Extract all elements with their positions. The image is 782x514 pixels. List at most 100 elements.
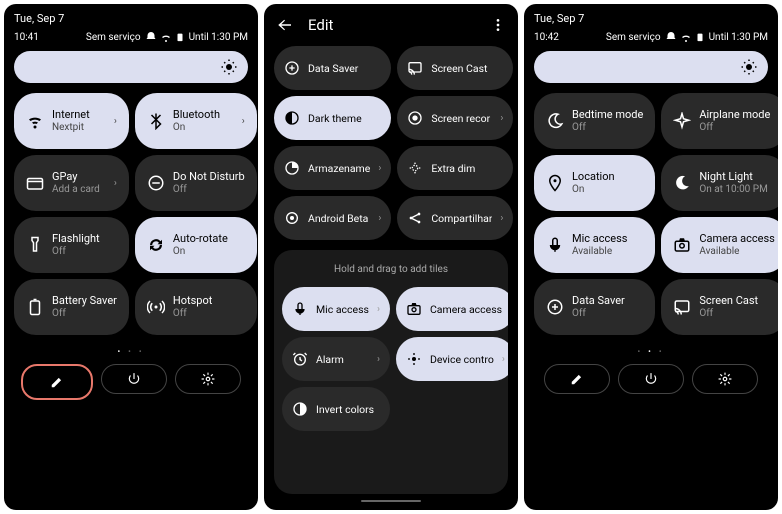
share-icon	[407, 210, 423, 226]
tile-hotspot[interactable]: HotspotOff	[135, 279, 257, 335]
cast-icon	[673, 298, 691, 316]
button-row	[534, 364, 768, 394]
tile-sub: On at 10:00 PM	[699, 184, 775, 196]
tile-bluetooth[interactable]: BluetoothOn ›	[135, 93, 257, 149]
tile-flashlight[interactable]: FlashlightOff	[14, 217, 129, 273]
tile-rotate[interactable]: Auto-rotateOn	[135, 217, 257, 273]
datasaver-icon	[546, 298, 564, 316]
dnd-icon	[147, 174, 165, 192]
tile-sub: On	[173, 122, 234, 134]
settings-button[interactable]	[175, 364, 241, 394]
power-button[interactable]	[618, 364, 684, 394]
chevron-icon: ›	[114, 116, 117, 127]
tile-sub: On	[173, 246, 245, 258]
tile-label: Airplane mode	[699, 108, 775, 121]
tile-label: Data Saver	[308, 62, 381, 75]
tile-cast[interactable]: Screen CastOff	[661, 279, 778, 335]
tile-label: Android Beta	[308, 212, 370, 225]
tile-bedtime[interactable]: Bedtime modeOff	[534, 93, 655, 149]
tile-share[interactable]: Compartilhar›	[397, 196, 513, 240]
carrier-text: Sem serviço	[606, 32, 661, 43]
back-icon[interactable]	[276, 16, 294, 34]
camera-icon	[406, 301, 422, 317]
brightness-icon	[740, 58, 758, 76]
tile-device[interactable]: Device contro›	[396, 337, 508, 381]
tile-datasaver[interactable]: Data SaverOff	[534, 279, 655, 335]
mic-icon	[546, 236, 564, 254]
more-icon[interactable]	[490, 17, 506, 33]
edit-tiles-grid: Data Saver Screen Cast Dark theme Screen re…	[274, 46, 508, 240]
do-not-disturb-icon	[665, 31, 677, 43]
button-row	[14, 364, 248, 400]
tile-mic[interactable]: Mic accessAvailable	[534, 217, 655, 273]
tile-mic[interactable]: Mic access ›	[282, 287, 390, 331]
tile-record[interactable]: Screen recor›	[397, 96, 513, 140]
edit-button[interactable]	[544, 364, 610, 394]
chevron-icon: ›	[242, 116, 245, 127]
tile-label: Screen Cast	[431, 62, 503, 75]
tile-sub: Off	[52, 246, 117, 258]
carrier-text: Sem serviço	[86, 32, 141, 43]
tile-label: Bedtime mode	[572, 108, 643, 121]
tile-nightlight[interactable]: Night LightOn at 10:00 PM	[661, 155, 778, 211]
edit-header: Edit	[274, 12, 508, 46]
chevron-icon: ›	[500, 213, 503, 224]
pencil-icon	[50, 375, 64, 389]
brightness-icon	[220, 58, 238, 76]
chevron-icon: ›	[378, 213, 381, 224]
alarm-text: Until 1:30 PM	[189, 32, 248, 43]
tile-label: Bluetooth	[173, 108, 234, 121]
tile-wifi[interactable]: InternetNextpit›	[14, 93, 129, 149]
tile-location[interactable]: LocationOn	[534, 155, 655, 211]
tile-invert[interactable]: Invert colors	[282, 387, 390, 431]
tile-cast[interactable]: Screen Cast	[397, 46, 513, 90]
brightness-slider[interactable]	[534, 51, 768, 83]
power-button[interactable]	[101, 364, 167, 394]
page-dots: • • •	[534, 347, 768, 356]
tile-sub: Available	[699, 246, 775, 258]
tile-dnd[interactable]: Do Not DisturbOff	[135, 155, 257, 211]
settings-button[interactable]	[692, 364, 758, 394]
chevron-icon: ›	[377, 304, 380, 315]
bluetooth-icon	[147, 112, 165, 130]
power-icon	[644, 372, 658, 386]
chevron-icon: ›	[114, 178, 117, 189]
darktheme-icon	[284, 110, 300, 126]
status-time: 10:42	[534, 32, 559, 43]
status-bar: 10:42 Sem serviço Until 1:30 PM	[534, 31, 768, 43]
nav-handle[interactable]	[361, 500, 421, 502]
tile-camera[interactable]: Camera accessAvailable	[661, 217, 778, 273]
tile-sub: Off	[173, 184, 245, 196]
edit-button[interactable]	[21, 364, 93, 400]
tile-sub: Off	[52, 308, 117, 320]
tile-gpay[interactable]: GPayAdd a card›	[14, 155, 129, 211]
add-tiles-grid: Mic access›Camera accessAlarm›Device con…	[282, 287, 500, 431]
tile-label: Screen recor	[431, 112, 492, 125]
tile-android[interactable]: Android Beta ›	[274, 196, 391, 240]
airplane-icon	[673, 112, 691, 130]
tile-airplane[interactable]: Airplane modeOff	[661, 93, 778, 149]
invert-icon	[292, 401, 308, 417]
brightness-slider[interactable]	[14, 51, 248, 83]
tile-battery[interactable]: Battery SaverOff	[14, 279, 129, 335]
tile-datasaver[interactable]: Data Saver	[274, 46, 391, 90]
tile-dim[interactable]: Extra dim	[397, 146, 513, 190]
bedtime-icon	[546, 112, 564, 130]
datasaver-icon	[284, 60, 300, 76]
alarm-text: Until 1:30 PM	[709, 32, 768, 43]
tile-label: Mic access	[316, 303, 369, 316]
location-icon	[546, 174, 564, 192]
tile-sub: Off	[699, 122, 775, 134]
status-icons	[665, 31, 705, 43]
tile-camera[interactable]: Camera access	[396, 287, 508, 331]
rotate-icon	[147, 236, 165, 254]
tile-storage[interactable]: Armazename›	[274, 146, 391, 190]
mic-icon	[292, 301, 308, 317]
tile-label: Hotspot	[173, 294, 245, 307]
tile-alarm[interactable]: Alarm›	[282, 337, 390, 381]
dim-icon	[407, 160, 423, 176]
chevron-icon: ›	[377, 354, 380, 365]
tile-label: Dark theme	[308, 112, 381, 125]
tile-label: Extra dim	[431, 162, 503, 175]
tile-darktheme[interactable]: Dark theme	[274, 96, 391, 140]
